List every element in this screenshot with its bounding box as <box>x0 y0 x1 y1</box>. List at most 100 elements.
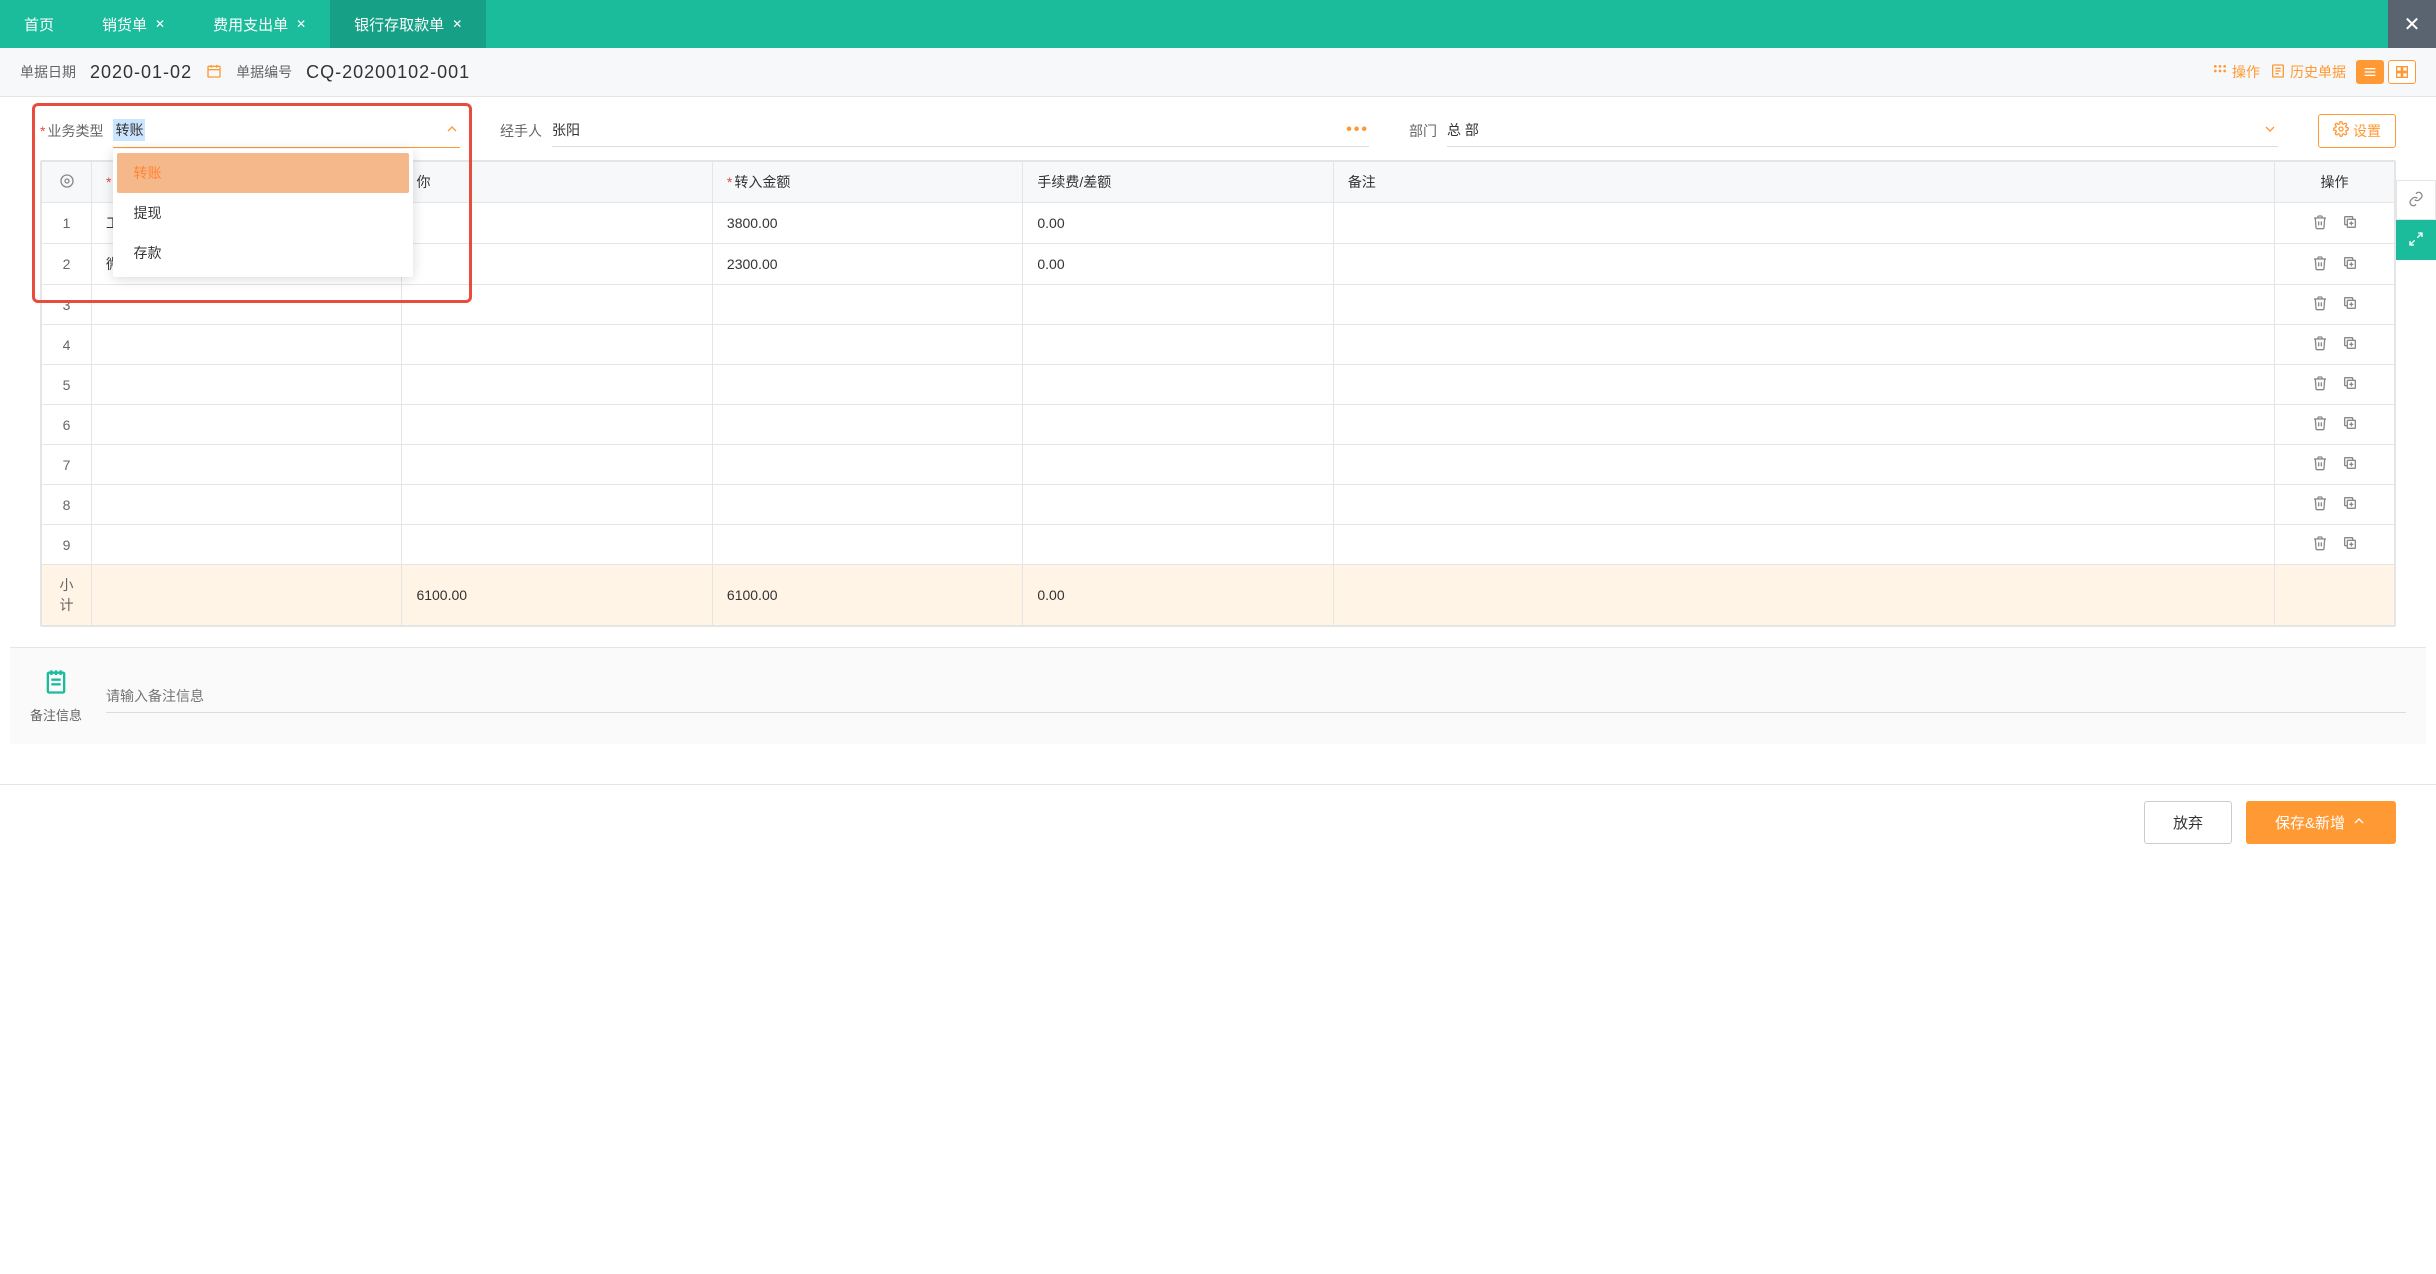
delete-row-button[interactable] <box>2312 335 2328 354</box>
cell-fee[interactable] <box>1023 405 1333 445</box>
view-grid-button[interactable] <box>2388 60 2416 84</box>
copy-row-button[interactable] <box>2342 375 2358 394</box>
cell-out-account[interactable] <box>92 525 402 565</box>
cell-out-amount[interactable] <box>402 485 712 525</box>
cell-remark[interactable] <box>1333 244 2274 285</box>
cell-out-account[interactable] <box>92 285 402 325</box>
tab-bank-transfer[interactable]: 银行存取款单 ✕ <box>330 0 486 48</box>
cell-fee[interactable]: 0.00 <box>1023 203 1333 244</box>
cell-remark[interactable] <box>1333 445 2274 485</box>
table-row[interactable]: 4 <box>42 325 2395 365</box>
remark-input[interactable] <box>106 688 2406 704</box>
cell-out-account[interactable] <box>92 325 402 365</box>
cell-fee[interactable] <box>1023 445 1333 485</box>
copy-row-button[interactable] <box>2342 255 2358 274</box>
table-row[interactable]: 9 <box>42 525 2395 565</box>
close-all-button[interactable]: ✕ <box>2388 0 2436 48</box>
cell-out-amount[interactable] <box>402 405 712 445</box>
cell-fee[interactable] <box>1023 285 1333 325</box>
cell-out-amount[interactable] <box>402 325 712 365</box>
view-list-button[interactable] <box>2356 60 2384 84</box>
cell-remark[interactable] <box>1333 285 2274 325</box>
table-row[interactable]: 7 <box>42 445 2395 485</box>
biz-type-value[interactable]: 转账 <box>113 119 145 141</box>
table-row[interactable]: 8 <box>42 485 2395 525</box>
delete-row-button[interactable] <box>2312 455 2328 474</box>
cell-out-amount[interactable] <box>402 365 712 405</box>
dept-value[interactable]: 总 部 <box>1447 120 1479 140</box>
cell-out-amount[interactable] <box>402 445 712 485</box>
delete-row-button[interactable] <box>2312 255 2328 274</box>
copy-row-button[interactable] <box>2342 415 2358 434</box>
copy-row-button[interactable] <box>2342 214 2358 233</box>
date-value[interactable]: 2020-01-02 <box>90 62 192 83</box>
tab-expense[interactable]: 费用支出单 ✕ <box>189 0 330 48</box>
close-icon[interactable]: ✕ <box>452 17 462 31</box>
cell-out-amount[interactable] <box>402 244 712 285</box>
calendar-icon[interactable] <box>206 63 222 82</box>
table-row[interactable]: 3 <box>42 285 2395 325</box>
chevron-down-icon[interactable] <box>2262 121 2278 140</box>
handler-value[interactable]: 张阳 <box>552 120 580 140</box>
dropdown-option-withdraw[interactable]: 提现 <box>117 193 409 233</box>
save-and-new-button[interactable]: 保存&新增 <box>2246 801 2396 844</box>
cell-in-amount[interactable] <box>712 405 1022 445</box>
chevron-up-icon[interactable] <box>444 121 460 140</box>
cell-in-amount[interactable] <box>712 525 1022 565</box>
cell-fee[interactable] <box>1023 325 1333 365</box>
cell-out-account[interactable] <box>92 405 402 445</box>
copy-row-button[interactable] <box>2342 335 2358 354</box>
cell-fee[interactable]: 0.00 <box>1023 244 1333 285</box>
cell-in-amount[interactable] <box>712 365 1022 405</box>
date-label: 单据日期 <box>20 62 76 82</box>
cell-in-amount[interactable] <box>712 285 1022 325</box>
delete-row-button[interactable] <box>2312 535 2328 554</box>
tab-sales[interactable]: 销货单 ✕ <box>78 0 189 48</box>
more-icon[interactable]: ••• <box>1346 121 1369 139</box>
tab-home[interactable]: 首页 <box>0 0 78 48</box>
cell-in-amount[interactable] <box>712 325 1022 365</box>
close-icon[interactable]: ✕ <box>296 17 306 31</box>
cell-out-amount[interactable] <box>402 525 712 565</box>
cell-in-amount[interactable] <box>712 445 1022 485</box>
copy-row-button[interactable] <box>2342 535 2358 554</box>
column-config-header[interactable] <box>42 162 92 203</box>
copy-row-button[interactable] <box>2342 295 2358 314</box>
fullscreen-button[interactable] <box>2396 220 2436 260</box>
cell-out-account[interactable] <box>92 445 402 485</box>
settings-button[interactable]: 设置 <box>2318 114 2396 148</box>
operations-button[interactable]: 操作 <box>2212 62 2260 82</box>
cell-remark[interactable] <box>1333 405 2274 445</box>
cell-in-amount[interactable]: 2300.00 <box>712 244 1022 285</box>
delete-row-button[interactable] <box>2312 495 2328 514</box>
table-row[interactable]: 5 <box>42 365 2395 405</box>
copy-row-button[interactable] <box>2342 455 2358 474</box>
cell-out-amount[interactable] <box>402 203 712 244</box>
delete-row-button[interactable] <box>2312 415 2328 434</box>
copy-row-button[interactable] <box>2342 495 2358 514</box>
cell-in-amount[interactable] <box>712 485 1022 525</box>
cell-in-amount[interactable]: 3800.00 <box>712 203 1022 244</box>
cancel-button[interactable]: 放弃 <box>2144 801 2232 844</box>
delete-row-button[interactable] <box>2312 375 2328 394</box>
table-row[interactable]: 6 <box>42 405 2395 445</box>
history-button[interactable]: 历史单据 <box>2270 62 2346 82</box>
delete-row-button[interactable] <box>2312 214 2328 233</box>
cell-remark[interactable] <box>1333 365 2274 405</box>
cell-fee[interactable] <box>1023 365 1333 405</box>
row-index: 9 <box>42 525 92 565</box>
cell-out-amount[interactable] <box>402 285 712 325</box>
close-icon[interactable]: ✕ <box>155 17 165 31</box>
cell-fee[interactable] <box>1023 485 1333 525</box>
attachment-button[interactable] <box>2396 180 2436 220</box>
cell-out-account[interactable] <box>92 365 402 405</box>
cell-remark[interactable] <box>1333 325 2274 365</box>
dropdown-option-deposit[interactable]: 存款 <box>117 233 409 273</box>
cell-fee[interactable] <box>1023 525 1333 565</box>
dropdown-option-transfer[interactable]: 转账 <box>117 153 409 193</box>
cell-remark[interactable] <box>1333 525 2274 565</box>
cell-remark[interactable] <box>1333 203 2274 244</box>
cell-remark[interactable] <box>1333 485 2274 525</box>
delete-row-button[interactable] <box>2312 295 2328 314</box>
cell-out-account[interactable] <box>92 485 402 525</box>
